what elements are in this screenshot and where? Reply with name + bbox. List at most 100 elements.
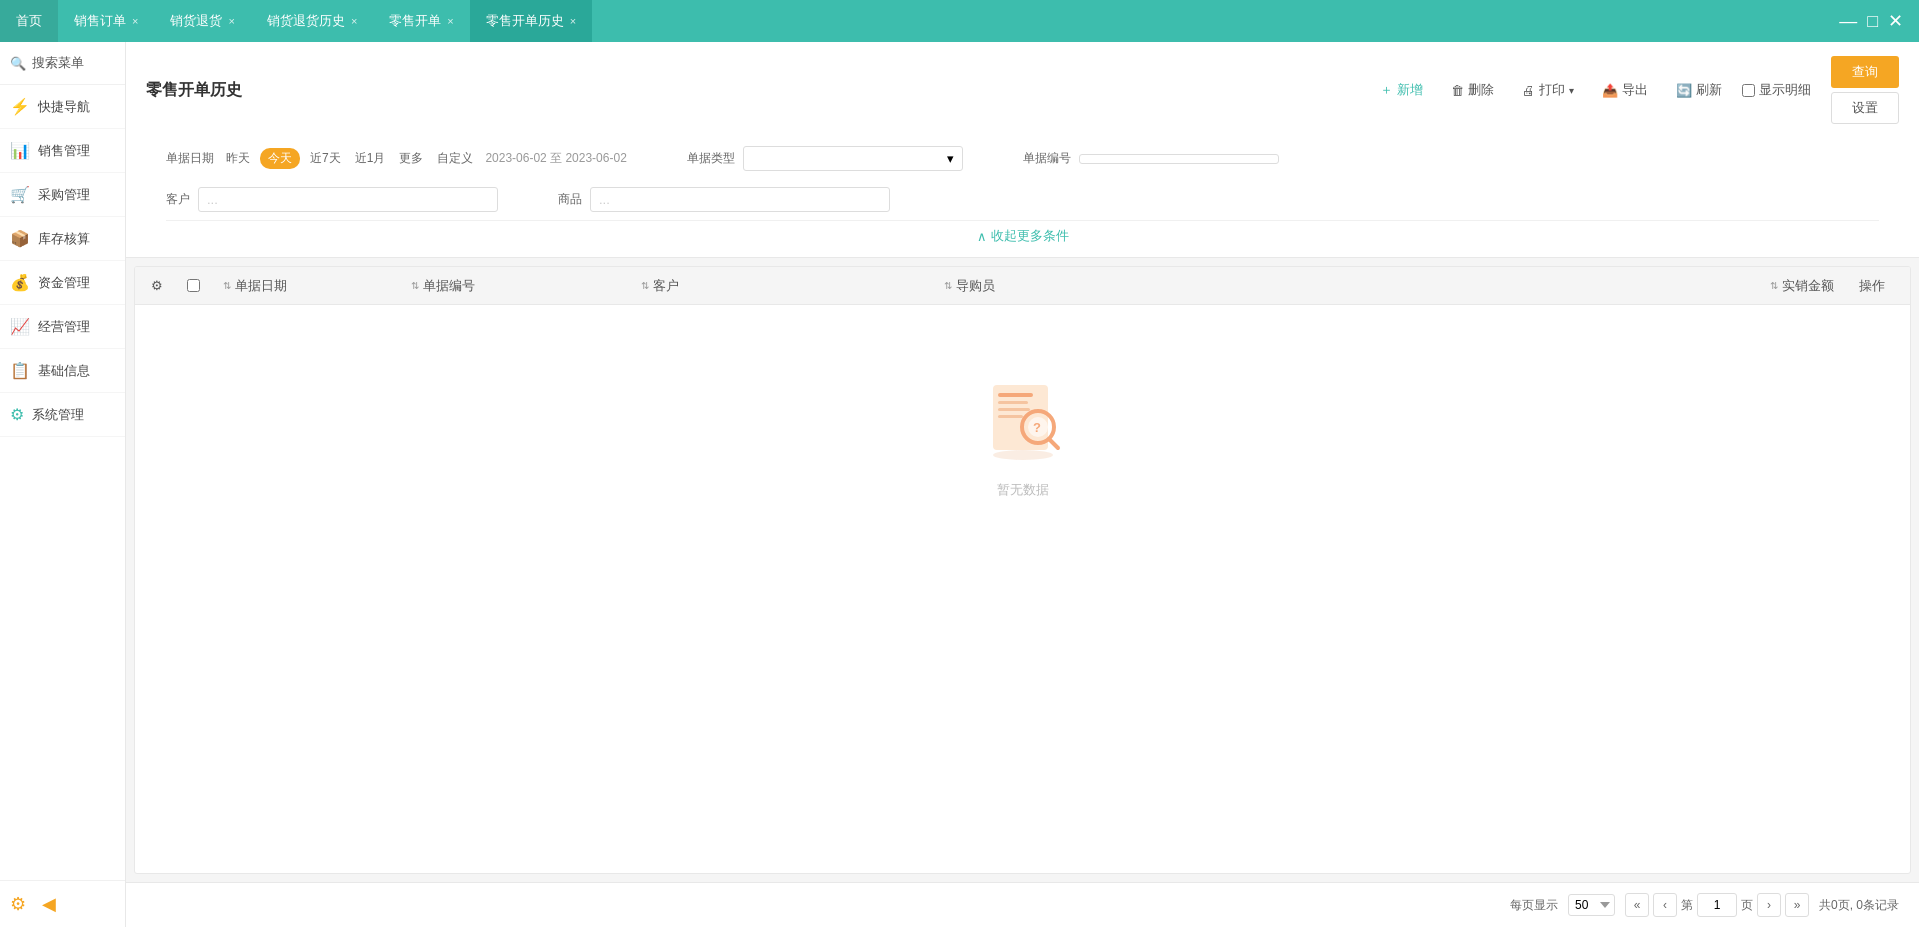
sidebar-item-basic-info[interactable]: 📋 基础信息 — [0, 349, 125, 393]
doctype-select[interactable]: ▾ — [743, 146, 963, 171]
collapse-more-label: 收起更多条件 — [991, 227, 1069, 245]
print-label: 打印 — [1539, 81, 1565, 99]
date-range-display: 2023-06-02 至 2023-06-02 — [485, 150, 626, 167]
product-label: 商品 — [558, 191, 582, 208]
gear-settings-icon[interactable]: ⚙ — [151, 278, 163, 293]
collapse-sidebar-icon[interactable]: ◀ — [42, 893, 56, 915]
th-date[interactable]: ⇅ 单据日期 — [215, 277, 403, 295]
page-unit: 页 — [1741, 897, 1753, 914]
collapse-chevron-icon: ∧ — [977, 229, 987, 244]
main-layout: 🔍 搜索菜单 ⚡ 快捷导航 📊 销售管理 🛒 采购管理 📦 库存核算 💰 资金管… — [0, 42, 1919, 927]
sidebar-item-basic-info-label: 基础信息 — [38, 362, 90, 380]
per-page-select[interactable]: 50 20 100 — [1568, 894, 1615, 916]
product-input[interactable]: ... — [590, 187, 890, 212]
sidebar-item-quick-nav[interactable]: ⚡ 快捷导航 — [0, 85, 125, 129]
table-header: ⚙ ⇅ 单据日期 ⇅ 单据编号 ⇅ 客户 ⇅ — [135, 267, 1910, 305]
tab-home-label: 首页 — [16, 12, 42, 30]
svg-point-0 — [993, 450, 1053, 460]
show-detail-input[interactable] — [1742, 84, 1755, 97]
close-window-icon[interactable]: ✕ — [1888, 10, 1903, 32]
show-detail-label: 显示明细 — [1759, 81, 1811, 99]
sidebar-bottom: ⚙ ◀ — [0, 880, 125, 927]
th-checkbox[interactable] — [179, 279, 215, 292]
page-number-input[interactable] — [1697, 893, 1737, 917]
svg-rect-2 — [998, 393, 1033, 397]
delete-button[interactable]: 🗑 删除 — [1443, 77, 1502, 103]
page-word: 第 — [1681, 897, 1693, 914]
sidebar-item-sales-mgmt[interactable]: 📊 销售管理 — [0, 129, 125, 173]
tab-sales-return-history[interactable]: 销货退货历史 × — [251, 0, 373, 42]
sidebar-item-system[interactable]: ⚙ 系统管理 — [0, 393, 125, 437]
sidebar-item-operations[interactable]: 📈 经营管理 — [0, 305, 125, 349]
quick-nav-icon: ⚡ — [10, 97, 30, 116]
svg-rect-5 — [998, 415, 1023, 418]
maximize-icon[interactable]: □ — [1867, 11, 1878, 32]
tab-retail-open[interactable]: 零售开单 × — [373, 0, 469, 42]
print-button[interactable]: 🖨 打印 ▾ — [1514, 77, 1582, 103]
export-label: 导出 — [1622, 81, 1648, 99]
filter-docnum-item: 单据编号 — [1023, 150, 1279, 167]
th-gear[interactable]: ⚙ — [143, 278, 179, 293]
date-options: 昨天 今天 近7天 近1月 更多 自定义 — [222, 148, 477, 169]
operations-icon: 📈 — [10, 317, 30, 336]
th-date-label: 单据日期 — [235, 277, 287, 295]
first-page-btn[interactable]: « — [1625, 893, 1649, 917]
th-amount[interactable]: ⇅ 实销金额 — [1683, 277, 1842, 295]
minimize-icon[interactable]: — — [1839, 11, 1857, 32]
inventory-icon: 📦 — [10, 229, 30, 248]
nav-tabs: 首页 销售订单 × 销货退货 × 销货退货历史 × 零售开单 × 零售开单历史 … — [0, 0, 1823, 42]
total-info: 共0页, 0条记录 — [1819, 897, 1899, 914]
th-guide-label: 导购员 — [956, 277, 995, 295]
collapse-more-btn[interactable]: ∧ 收起更多条件 — [166, 220, 1879, 247]
settings-button[interactable]: 设置 — [1831, 92, 1899, 124]
tab-retail-open-history[interactable]: 零售开单历史 × — [470, 0, 592, 42]
date-option-last1month[interactable]: 近1月 — [351, 148, 390, 169]
show-detail-checkbox[interactable]: 显示明细 — [1742, 81, 1811, 99]
add-label: 新增 — [1397, 81, 1423, 99]
query-button[interactable]: 查询 — [1831, 56, 1899, 88]
sidebar-item-operations-label: 经营管理 — [38, 318, 90, 336]
product-dots: ... — [599, 192, 610, 207]
sidebar-item-finance[interactable]: 💰 资金管理 — [0, 261, 125, 305]
settings-gear-icon[interactable]: ⚙ — [10, 893, 26, 915]
filter-area: 单据日期 昨天 今天 近7天 近1月 更多 自定义 2023-06-02 至 2… — [146, 138, 1899, 257]
tab-retail-open-close[interactable]: × — [447, 15, 453, 27]
next-page-btn[interactable]: › — [1757, 893, 1781, 917]
refresh-button[interactable]: 🔄 刷新 — [1668, 77, 1730, 103]
add-button[interactable]: ＋ 新增 — [1372, 77, 1431, 103]
tab-retail-open-history-close[interactable]: × — [570, 15, 576, 27]
tab-sales-return-history-close[interactable]: × — [351, 15, 357, 27]
prev-page-btn[interactable]: ‹ — [1653, 893, 1677, 917]
customer-input[interactable]: ... — [198, 187, 498, 212]
content-area: 零售开单历史 ＋ 新增 🗑 删除 🖨 打印 ▾ — [126, 42, 1919, 927]
th-op-label: 操作 — [1859, 277, 1885, 295]
tab-sales-order-label: 销售订单 — [74, 12, 126, 30]
th-customer[interactable]: ⇅ 客户 — [633, 277, 935, 295]
sidebar-search[interactable]: 🔍 搜索菜单 — [0, 42, 125, 85]
top-navigation: 首页 销售订单 × 销货退货 × 销货退货历史 × 零售开单 × 零售开单历史 … — [0, 0, 1919, 42]
svg-rect-4 — [998, 408, 1030, 411]
date-option-today[interactable]: 今天 — [260, 148, 300, 169]
tab-home[interactable]: 首页 — [0, 0, 58, 42]
sidebar-item-inventory[interactable]: 📦 库存核算 — [0, 217, 125, 261]
tab-sales-order-close[interactable]: × — [132, 15, 138, 27]
th-guide[interactable]: ⇅ 导购员 — [936, 277, 1095, 295]
th-num[interactable]: ⇅ 单据编号 — [403, 277, 634, 295]
tab-sales-order[interactable]: 销售订单 × — [58, 0, 154, 42]
sidebar: 🔍 搜索菜单 ⚡ 快捷导航 📊 销售管理 🛒 采购管理 📦 库存核算 💰 资金管… — [0, 42, 126, 927]
sidebar-item-purchase-mgmt[interactable]: 🛒 采购管理 — [0, 173, 125, 217]
date-option-custom[interactable]: 自定义 — [433, 148, 477, 169]
date-option-yesterday[interactable]: 昨天 — [222, 148, 254, 169]
delete-label: 删除 — [1468, 81, 1494, 99]
docnum-label: 单据编号 — [1023, 150, 1071, 167]
docnum-input[interactable] — [1079, 154, 1279, 164]
date-option-last7[interactable]: 近7天 — [306, 148, 345, 169]
select-all-checkbox[interactable] — [187, 279, 200, 292]
th-num-label: 单据编号 — [423, 277, 475, 295]
svg-line-8 — [1049, 439, 1058, 448]
date-option-more[interactable]: 更多 — [395, 148, 427, 169]
last-page-btn[interactable]: » — [1785, 893, 1809, 917]
tab-sales-return-close[interactable]: × — [228, 15, 234, 27]
export-button[interactable]: 📤 导出 — [1594, 77, 1656, 103]
tab-sales-return[interactable]: 销货退货 × — [154, 0, 250, 42]
